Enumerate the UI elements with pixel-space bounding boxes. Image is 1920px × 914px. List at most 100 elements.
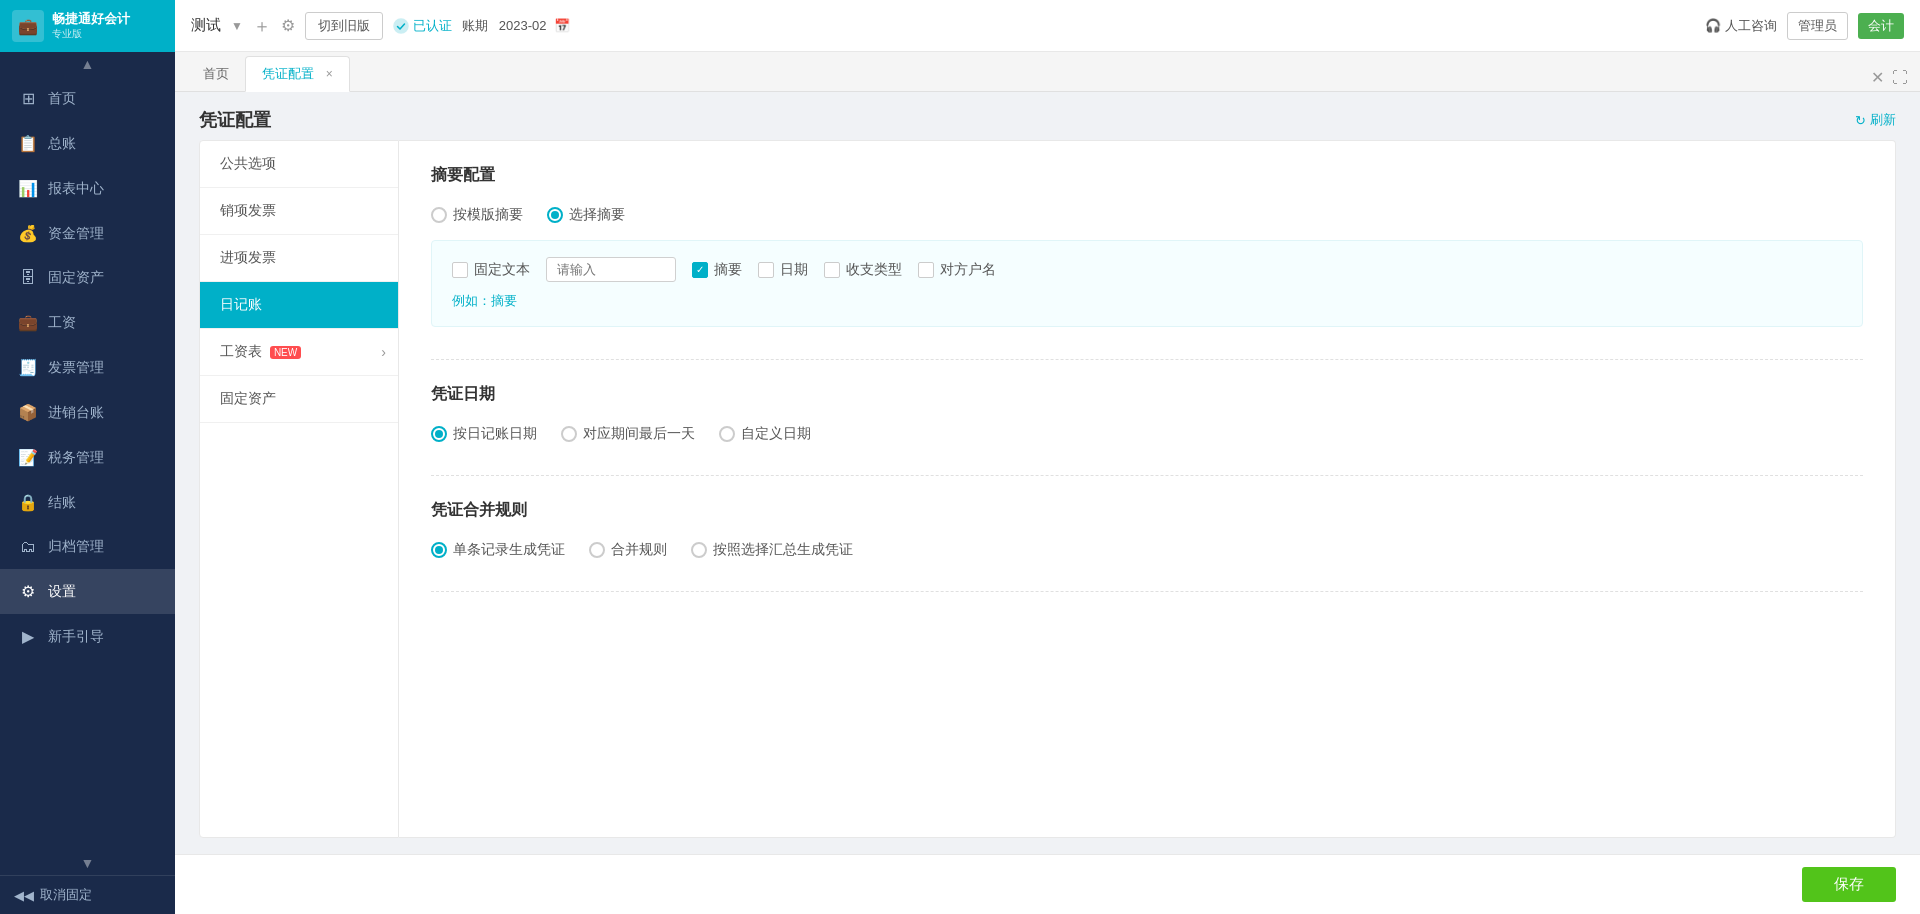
scroll-down-indicator: ▼	[0, 851, 175, 875]
merge-radio-group: 单条记录生成凭证 合并规则 按照选择汇总生成凭证	[431, 541, 1863, 559]
company-chevron-icon[interactable]: ▼	[231, 19, 243, 33]
radio-journal-date[interactable]: 按日记账日期	[431, 425, 537, 443]
radio-select-summary[interactable]: 按照选择汇总生成凭证	[691, 541, 853, 559]
content-area: 凭证配置 ↻ 刷新 公共选项 销项发票 进项发票 日记账	[175, 92, 1920, 914]
radio-select-circle	[547, 207, 563, 223]
nav-item-payroll-table[interactable]: 工资表 NEW ›	[200, 329, 398, 376]
refresh-button[interactable]: ↻ 刷新	[1855, 111, 1896, 129]
radio-custom-date-label: 自定义日期	[741, 425, 811, 443]
checkbox-summary[interactable]: ✓ 摘要	[692, 261, 742, 279]
period-value: 2023-02	[499, 18, 547, 33]
sidebar-item-tax[interactable]: 📝 税务管理	[0, 435, 175, 480]
summary-options-box: 固定文本 ✓ 摘要 日期	[431, 240, 1863, 327]
sidebar-item-sales[interactable]: 📦 进销台账	[0, 390, 175, 435]
radio-merge-label: 合并规则	[611, 541, 667, 559]
sidebar-item-label: 报表中心	[48, 180, 104, 198]
main-area: 测试 ▼ ＋ ⚙ 切到旧版 已认证 账期 2023-02 📅 🎧 人工咨询 管理…	[175, 0, 1920, 914]
radio-single-record[interactable]: 单条记录生成凭证	[431, 541, 565, 559]
sidebar-item-invoice[interactable]: 🧾 发票管理	[0, 345, 175, 390]
sidebar-item-close[interactable]: 🔒 结账	[0, 480, 175, 525]
certified-badge: 已认证	[393, 17, 452, 35]
example-text: 例如：摘要	[452, 292, 1842, 310]
ledger-icon: 📋	[18, 134, 38, 153]
sidebar-item-home[interactable]: ⊞ 首页	[0, 76, 175, 121]
nav-item-fixed-assets[interactable]: 固定资产	[200, 376, 398, 423]
nav-item-public[interactable]: 公共选项	[200, 141, 398, 188]
merge-section: 凭证合并规则 单条记录生成凭证 合并规则 按照选择汇总生成凭证	[431, 500, 1863, 559]
company-name: 测试	[191, 16, 221, 35]
close-window-icon[interactable]: ✕	[1871, 68, 1884, 87]
save-area: 保存	[175, 854, 1920, 914]
two-col-layout: 公共选项 销项发票 进项发票 日记账 工资表 NEW › 固定资产	[175, 140, 1920, 854]
counterparty-label: 对方户名	[940, 261, 996, 279]
checkbox-fixed-text[interactable]: 固定文本	[452, 261, 530, 279]
sidebar-item-reports[interactable]: 📊 报表中心	[0, 166, 175, 211]
radio-journal-date-circle	[431, 426, 447, 442]
sales-icon: 📦	[18, 403, 38, 422]
save-button[interactable]: 保存	[1802, 867, 1896, 902]
sidebar-item-label: 进销台账	[48, 404, 104, 422]
radio-custom-date[interactable]: 自定义日期	[719, 425, 811, 443]
pin-icon: ◀◀	[14, 888, 34, 903]
page-title: 凭证配置	[199, 108, 271, 132]
sidebar-item-label: 固定资产	[48, 269, 104, 287]
checkbox-income-type[interactable]: 收支类型	[824, 261, 902, 279]
cancel-pin-btn[interactable]: ◀◀ 取消固定	[0, 875, 175, 914]
sidebar-item-archive[interactable]: 🗂 归档管理	[0, 525, 175, 569]
tab-home[interactable]: 首页	[187, 57, 245, 91]
tabbar: 首页 凭证配置 × ✕ ⛶	[175, 52, 1920, 92]
sidebar-item-label: 发票管理	[48, 359, 104, 377]
radio-template-summary[interactable]: 按模版摘要	[431, 206, 523, 224]
funds-icon: 💰	[18, 224, 38, 243]
tab-voucher-config[interactable]: 凭证配置 ×	[245, 56, 350, 92]
checkbox-date[interactable]: 日期	[758, 261, 808, 279]
radio-template-circle	[431, 207, 447, 223]
sidebar-item-payroll[interactable]: 💼 工资	[0, 300, 175, 345]
switch-old-version-button[interactable]: 切到旧版	[305, 12, 383, 40]
accountant-button[interactable]: 会计	[1858, 13, 1904, 39]
sidebar-logo: 💼 畅捷通好会计 专业版	[0, 0, 175, 52]
sidebar-item-label: 总账	[48, 135, 76, 153]
support-button[interactable]: 🎧 人工咨询	[1705, 17, 1777, 35]
radio-merge-rule[interactable]: 合并规则	[589, 541, 667, 559]
home-icon: ⊞	[18, 89, 38, 108]
sidebar-item-funds[interactable]: 💰 资金管理	[0, 211, 175, 256]
sidebar-item-label: 归档管理	[48, 538, 104, 556]
settings-gear-icon[interactable]: ⚙	[281, 16, 295, 35]
logo-icon: 💼	[12, 10, 44, 42]
radio-template-label: 按模版摘要	[453, 206, 523, 224]
radio-period-last[interactable]: 对应期间最后一天	[561, 425, 695, 443]
divider-3	[431, 591, 1863, 592]
page-header: 凭证配置 ↻ 刷新	[175, 92, 1920, 140]
logo-sub: 专业版	[52, 27, 130, 41]
radio-merge-circle	[589, 542, 605, 558]
date-radio-group: 按日记账日期 对应期间最后一天 自定义日期	[431, 425, 1863, 443]
nav-item-sales-invoice[interactable]: 销项发票	[200, 188, 398, 235]
scroll-up-indicator: ▲	[0, 52, 175, 76]
sidebar-item-ledger[interactable]: 📋 总账	[0, 121, 175, 166]
checkbox-counterparty[interactable]: 对方户名	[918, 261, 996, 279]
period-info: 账期 2023-02 📅	[462, 17, 570, 35]
sidebar-item-guide[interactable]: ▶ 新手引导	[0, 614, 175, 659]
nav-item-journal[interactable]: 日记账	[200, 282, 398, 329]
radio-journal-date-label: 按日记账日期	[453, 425, 537, 443]
date-label: 日期	[780, 261, 808, 279]
income-type-label: 收支类型	[846, 261, 902, 279]
radio-select-summary[interactable]: 选择摘要	[547, 206, 625, 224]
nav-item-purchase-invoice[interactable]: 进项发票	[200, 235, 398, 282]
tabbar-actions: ✕ ⛶	[1871, 68, 1908, 91]
radio-single-circle	[431, 542, 447, 558]
manager-button[interactable]: 管理员	[1787, 12, 1848, 40]
reports-icon: 📊	[18, 179, 38, 198]
settings-icon: ⚙	[18, 582, 38, 601]
sidebar-item-assets[interactable]: 🗄 固定资产	[0, 256, 175, 300]
add-company-icon[interactable]: ＋	[253, 14, 271, 38]
sidebar-item-label: 税务管理	[48, 449, 104, 467]
summary-radio-group: 按模版摘要 选择摘要	[431, 206, 1863, 224]
expand-icon[interactable]: ⛶	[1892, 69, 1908, 87]
tab-close-icon[interactable]: ×	[326, 67, 333, 81]
fixed-text-input[interactable]	[546, 257, 676, 282]
sidebar-item-settings[interactable]: ⚙ 设置	[0, 569, 175, 614]
sidebar-item-label: 设置	[48, 583, 76, 601]
fixed-text-label: 固定文本	[474, 261, 530, 279]
